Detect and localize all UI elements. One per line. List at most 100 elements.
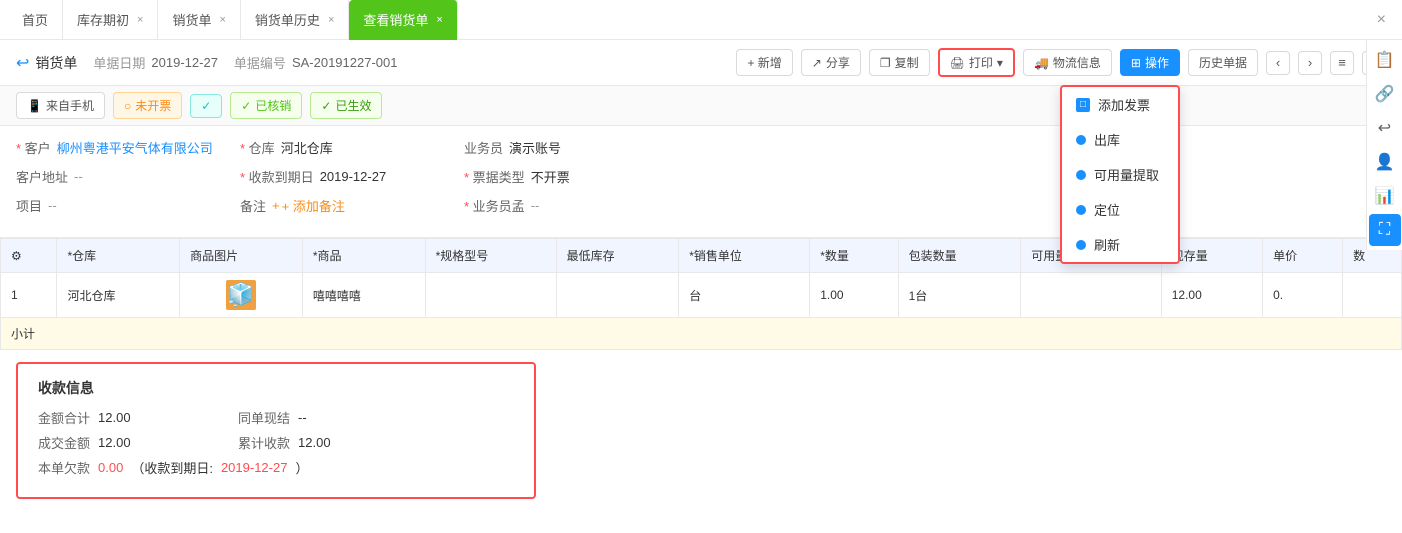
dropdown-add-invoice[interactable]: □ 添加发票 — [1062, 87, 1178, 122]
row-image: 🧊 — [180, 273, 303, 318]
current-balance-value: 0.00 — [98, 460, 123, 475]
tab-sales-order[interactable]: 销货单 × — [158, 0, 240, 40]
not-open-ticket-btn[interactable]: ○ 未开票 — [113, 92, 182, 119]
subtotal-row: 小计 — [1, 318, 1402, 350]
row-unit-price: 0. — [1263, 273, 1343, 318]
customer-field: 客户 柳州粤港平安气体有限公司 — [16, 138, 216, 157]
ticket-icon: ○ — [124, 99, 131, 113]
tab-close-inventory[interactable]: × — [137, 14, 143, 26]
address-field: 客户地址 -- — [16, 167, 216, 186]
sidebar-icon-return[interactable]: ↩ — [1369, 112, 1401, 144]
payment-date-field: 收款到期日 2019-12-27 — [240, 167, 440, 186]
from-mobile-btn[interactable]: 📱 来自手机 — [16, 92, 105, 119]
form-row-3: 项目 -- 备注 + + 添加备注 业务员孟 -- — [16, 196, 1386, 215]
salesperson-value: 演示账号 — [509, 138, 561, 157]
confirm-btn[interactable]: ✓ — [190, 94, 222, 118]
sidebar-icon-user[interactable]: 👤 — [1369, 146, 1401, 178]
dropdown-outbound[interactable]: 出库 — [1062, 122, 1178, 157]
logistics-button[interactable]: 🚚 物流信息 — [1023, 49, 1112, 76]
transaction-amount-value: 12.00 — [98, 435, 131, 450]
already-voided-btn[interactable]: ✓ 已核销 — [230, 92, 302, 119]
product-table: ⚙ *仓库 商品图片 *商品 *规格型号 最低库存 *销售单位 *数量 包装数量… — [0, 238, 1402, 350]
doc-title: ↩ 销货单 — [16, 53, 77, 73]
col-min-stock: 最低库存 — [556, 239, 679, 273]
row-sales-unit: 台 — [679, 273, 810, 318]
row-package-qty: 1台 — [898, 273, 1021, 318]
main-content: ↩ 销货单 单据日期 2019-12-27 单据编号 SA-20191227-0… — [0, 40, 1402, 533]
view-toggle-list[interactable]: ≡ — [1330, 51, 1354, 75]
row-warehouse: 河北仓库 — [57, 273, 180, 318]
customer-value[interactable]: 柳州粤港平安气体有限公司 — [57, 138, 213, 157]
project-field: 项目 -- — [16, 196, 216, 215]
add-note-icon: + — [272, 198, 280, 213]
row-min-stock — [556, 273, 679, 318]
add-note-button[interactable]: + + 添加备注 — [272, 196, 345, 215]
print-button[interactable]: 🖨 打印 ▾ — [938, 48, 1015, 77]
refresh-icon — [1076, 240, 1086, 250]
salesperson2-field: 业务员孟 -- — [464, 196, 664, 215]
print-icon: 🖨 — [950, 56, 965, 70]
payment-date-value: 2019-12-27 — [320, 169, 387, 184]
col-package-qty: 包装数量 — [898, 239, 1021, 273]
sidebar-icon-expand[interactable]: ⛶ — [1369, 214, 1401, 246]
warehouse-value: 河北仓库 — [281, 138, 333, 157]
dropdown-available-qty[interactable]: 可用量提取 — [1062, 157, 1178, 192]
available-qty-icon — [1076, 170, 1086, 180]
history-button[interactable]: 历史单据 — [1188, 49, 1258, 76]
tab-inventory-init[interactable]: 库存期初 × — [63, 0, 158, 40]
table-header-row: ⚙ *仓库 商品图片 *商品 *规格型号 最低库存 *销售单位 *数量 包装数量… — [1, 239, 1402, 273]
voided-icon: ✓ — [241, 99, 251, 113]
mobile-icon: 📱 — [27, 99, 42, 113]
logistics-icon: 🚚 — [1034, 56, 1049, 70]
note-field: 备注 + + 添加备注 — [240, 196, 440, 215]
confirm-icon: ✓ — [201, 99, 211, 113]
tab-close-view[interactable]: × — [436, 14, 442, 26]
prev-arrow[interactable]: ‹ — [1266, 51, 1290, 75]
form-row-1: 客户 柳州粤港平安气体有限公司 仓库 河北仓库 业务员 演示账号 — [16, 138, 1386, 157]
balance-end: ） — [295, 458, 308, 477]
col-warehouse: *仓库 — [57, 239, 180, 273]
dropdown-locate[interactable]: 定位 — [1062, 192, 1178, 227]
operation-button[interactable]: ⊞ 操作 — [1120, 49, 1180, 76]
next-arrow[interactable]: › — [1298, 51, 1322, 75]
product-table-wrapper: ⚙ *仓库 商品图片 *商品 *规格型号 最低库存 *销售单位 *数量 包装数量… — [0, 238, 1402, 350]
tab-close-sales[interactable]: × — [219, 14, 225, 26]
tab-home[interactable]: 首页 — [8, 0, 63, 40]
payment-info-title: 收款信息 — [38, 378, 514, 398]
sidebar-icon-link[interactable]: 🔗 — [1369, 78, 1401, 110]
doc-number-field: 单据编号 SA-20191227-001 — [234, 53, 398, 72]
col-gear: ⚙ — [1, 239, 57, 273]
salesperson2-value: -- — [531, 198, 540, 213]
operation-icon: ⊞ — [1131, 56, 1141, 70]
payment-info-row-3: 本单欠款 0.00 （收款到期日: 2019-12-27 ） — [38, 458, 514, 477]
col-product: *商品 — [302, 239, 425, 273]
tab-bar: 首页 库存期初 × 销货单 × 销货单历史 × 查看销货单 × × — [0, 0, 1402, 40]
copy-button[interactable]: ❐ 复制 — [869, 49, 930, 76]
share-button[interactable]: ↗ 分享 — [801, 49, 861, 76]
project-value: -- — [48, 198, 57, 213]
subtotal-label: 小计 — [1, 318, 1402, 350]
already-effective-btn[interactable]: ✓ 已生效 — [310, 92, 382, 119]
add-invoice-icon: □ — [1076, 98, 1090, 112]
effective-icon: ✓ — [321, 99, 331, 113]
col-sales-unit: *销售单位 — [679, 239, 810, 273]
doc-header: ↩ 销货单 单据日期 2019-12-27 单据编号 SA-20191227-0… — [0, 40, 1402, 86]
row-current-stock: 12.00 — [1161, 273, 1262, 318]
sidebar-icon-chart[interactable]: 📊 — [1369, 180, 1401, 212]
col-quantity: *数量 — [810, 239, 898, 273]
copy-icon: ❐ — [880, 56, 891, 70]
app-close-button[interactable]: × — [1369, 11, 1394, 29]
row-product: 嘻嘻嘻嘻 — [302, 273, 425, 318]
sidebar-icon-doc[interactable]: 📋 — [1369, 44, 1401, 76]
current-balance-field: 本单欠款 0.00 （收款到期日: 2019-12-27 ） — [38, 458, 308, 477]
balance-date: 2019-12-27 — [221, 460, 288, 475]
dropdown-refresh[interactable]: 刷新 — [1062, 227, 1178, 262]
toolbar-row: 📱 来自手机 ○ 未开票 ✓ ✓ 已核销 ✓ 已生效 — [0, 86, 1402, 126]
tab-view-sales[interactable]: 查看销货单 × — [349, 0, 457, 40]
tab-sales-history[interactable]: 销货单历史 × — [241, 0, 349, 40]
col-image: 商品图片 — [180, 239, 303, 273]
tab-close-history[interactable]: × — [328, 14, 334, 26]
ticket-type-field: 票据类型 不开票 — [464, 167, 664, 186]
new-button[interactable]: + 新增 — [736, 49, 792, 76]
payment-info-row-2: 成交金额 12.00 累计收款 12.00 — [38, 433, 514, 452]
